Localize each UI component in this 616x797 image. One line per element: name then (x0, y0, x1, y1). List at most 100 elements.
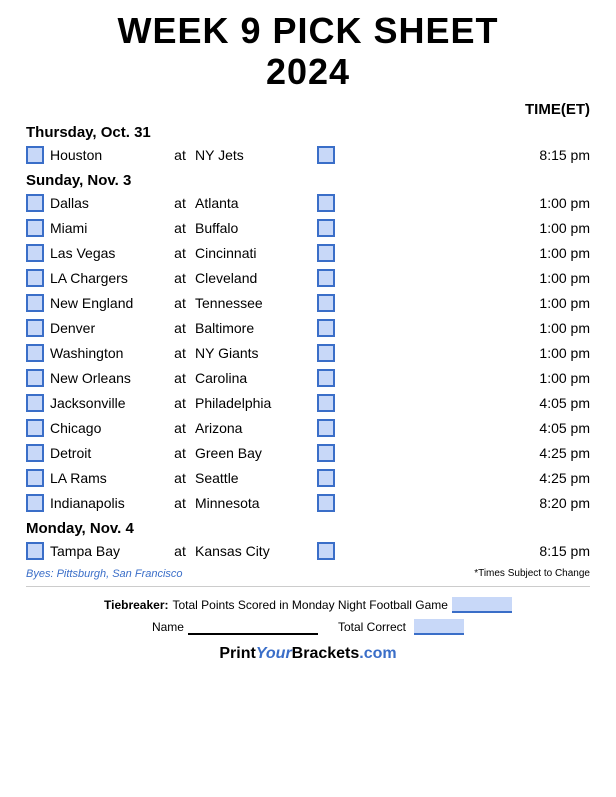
home-checkbox[interactable] (317, 419, 335, 437)
home-checkbox[interactable] (317, 369, 335, 387)
footer-your: Your (256, 645, 292, 662)
home-checkbox[interactable] (317, 219, 335, 237)
tiebreaker-row: Tiebreaker: Total Points Scored in Monda… (20, 591, 596, 615)
game-time: 4:25 pm (525, 468, 590, 489)
game-row: LA Rams at Seattle 4:25 pm (20, 466, 596, 491)
away-checkbox[interactable] (26, 542, 44, 560)
home-checkbox[interactable] (317, 469, 335, 487)
game-row: Indianapolis at Minnesota 8:20 pm (20, 491, 596, 516)
away-checkbox[interactable] (26, 419, 44, 437)
away-team: Indianapolis (50, 493, 165, 514)
away-team: Tampa Bay (50, 541, 165, 562)
game-time: 1:00 pm (525, 268, 590, 289)
home-team: Cleveland (195, 268, 315, 289)
home-checkbox[interactable] (317, 244, 335, 262)
home-checkbox[interactable] (317, 444, 335, 462)
home-team: NY Giants (195, 343, 315, 364)
tiebreaker-label: Tiebreaker: (104, 598, 168, 612)
home-team: Seattle (195, 468, 315, 489)
at-label: at (165, 393, 195, 414)
total-correct-label: Total Correct (338, 620, 406, 634)
name-label: Name (152, 620, 184, 634)
game-row: Houston at NY Jets 8:15 pm (20, 143, 596, 168)
byes-label: Byes: (26, 568, 54, 580)
total-correct-field: Total Correct (338, 619, 464, 635)
home-team: Tennessee (195, 293, 315, 314)
at-label: at (165, 243, 195, 264)
game-time: 1:00 pm (525, 343, 590, 364)
game-time: 1:00 pm (525, 193, 590, 214)
game-row: Jacksonville at Philadelphia 4:05 pm (20, 391, 596, 416)
away-checkbox[interactable] (26, 244, 44, 262)
away-team: Miami (50, 218, 165, 239)
away-checkbox[interactable] (26, 394, 44, 412)
section-thursday: Thursday, Oct. 31 (20, 120, 596, 143)
home-checkbox[interactable] (317, 319, 335, 337)
away-checkbox[interactable] (26, 194, 44, 212)
footer: PrintYourBrackets.com (20, 637, 596, 663)
game-row: Las Vegas at Cincinnati 1:00 pm (20, 241, 596, 266)
away-checkbox[interactable] (26, 269, 44, 287)
total-correct-input[interactable] (414, 619, 464, 635)
home-checkbox[interactable] (317, 494, 335, 512)
at-label: at (165, 468, 195, 489)
at-label: at (165, 343, 195, 364)
at-label: at (165, 541, 195, 562)
home-checkbox[interactable] (317, 542, 335, 560)
home-checkbox[interactable] (317, 344, 335, 362)
game-time: 4:05 pm (525, 418, 590, 439)
footer-print: Print (219, 645, 255, 662)
game-time: 4:05 pm (525, 393, 590, 414)
away-checkbox[interactable] (26, 319, 44, 337)
time-header: TIME(ET) (525, 101, 590, 118)
game-time: 1:00 pm (525, 218, 590, 239)
byes-row: Byes: Pittsburgh, San Francisco *Times S… (20, 564, 596, 582)
away-checkbox[interactable] (26, 469, 44, 487)
footer-dotcom: .com (359, 645, 396, 662)
home-team: Green Bay (195, 443, 315, 464)
away-team: Washington (50, 343, 165, 364)
away-team: Detroit (50, 443, 165, 464)
home-team: Atlanta (195, 193, 315, 214)
home-team: Buffalo (195, 218, 315, 239)
home-checkbox[interactable] (317, 394, 335, 412)
away-checkbox[interactable] (26, 219, 44, 237)
game-row: Dallas at Atlanta 1:00 pm (20, 191, 596, 216)
game-row: Chicago at Arizona 4:05 pm (20, 416, 596, 441)
tiebreaker-input[interactable] (452, 597, 512, 613)
at-label: at (165, 268, 195, 289)
home-team: Kansas City (195, 541, 315, 562)
at-label: at (165, 193, 195, 214)
at-label: at (165, 493, 195, 514)
home-checkbox[interactable] (317, 294, 335, 312)
away-team: Chicago (50, 418, 165, 439)
away-checkbox[interactable] (26, 444, 44, 462)
name-input[interactable] (188, 619, 318, 635)
divider (26, 586, 590, 587)
game-row: Miami at Buffalo 1:00 pm (20, 216, 596, 241)
game-row: New Orleans at Carolina 1:00 pm (20, 366, 596, 391)
home-team: Minnesota (195, 493, 315, 514)
home-checkbox[interactable] (317, 269, 335, 287)
page-title: WEEK 9 PICK SHEET 2024 (20, 10, 596, 93)
game-time: 1:00 pm (525, 318, 590, 339)
away-checkbox[interactable] (26, 344, 44, 362)
at-label: at (165, 293, 195, 314)
away-checkbox[interactable] (26, 146, 44, 164)
away-team: Jacksonville (50, 393, 165, 414)
home-checkbox[interactable] (317, 146, 335, 164)
away-team: Houston (50, 145, 165, 166)
away-checkbox[interactable] (26, 369, 44, 387)
name-row: Name Total Correct (20, 615, 596, 637)
game-row: Denver at Baltimore 1:00 pm (20, 316, 596, 341)
home-team: Philadelphia (195, 393, 315, 414)
away-team: Dallas (50, 193, 165, 214)
section-sunday: Sunday, Nov. 3 (20, 168, 596, 191)
home-checkbox[interactable] (317, 194, 335, 212)
away-checkbox[interactable] (26, 494, 44, 512)
game-time: 1:00 pm (525, 368, 590, 389)
at-label: at (165, 318, 195, 339)
home-team: Arizona (195, 418, 315, 439)
byes-teams: Pittsburgh, San Francisco (57, 568, 183, 580)
away-checkbox[interactable] (26, 294, 44, 312)
